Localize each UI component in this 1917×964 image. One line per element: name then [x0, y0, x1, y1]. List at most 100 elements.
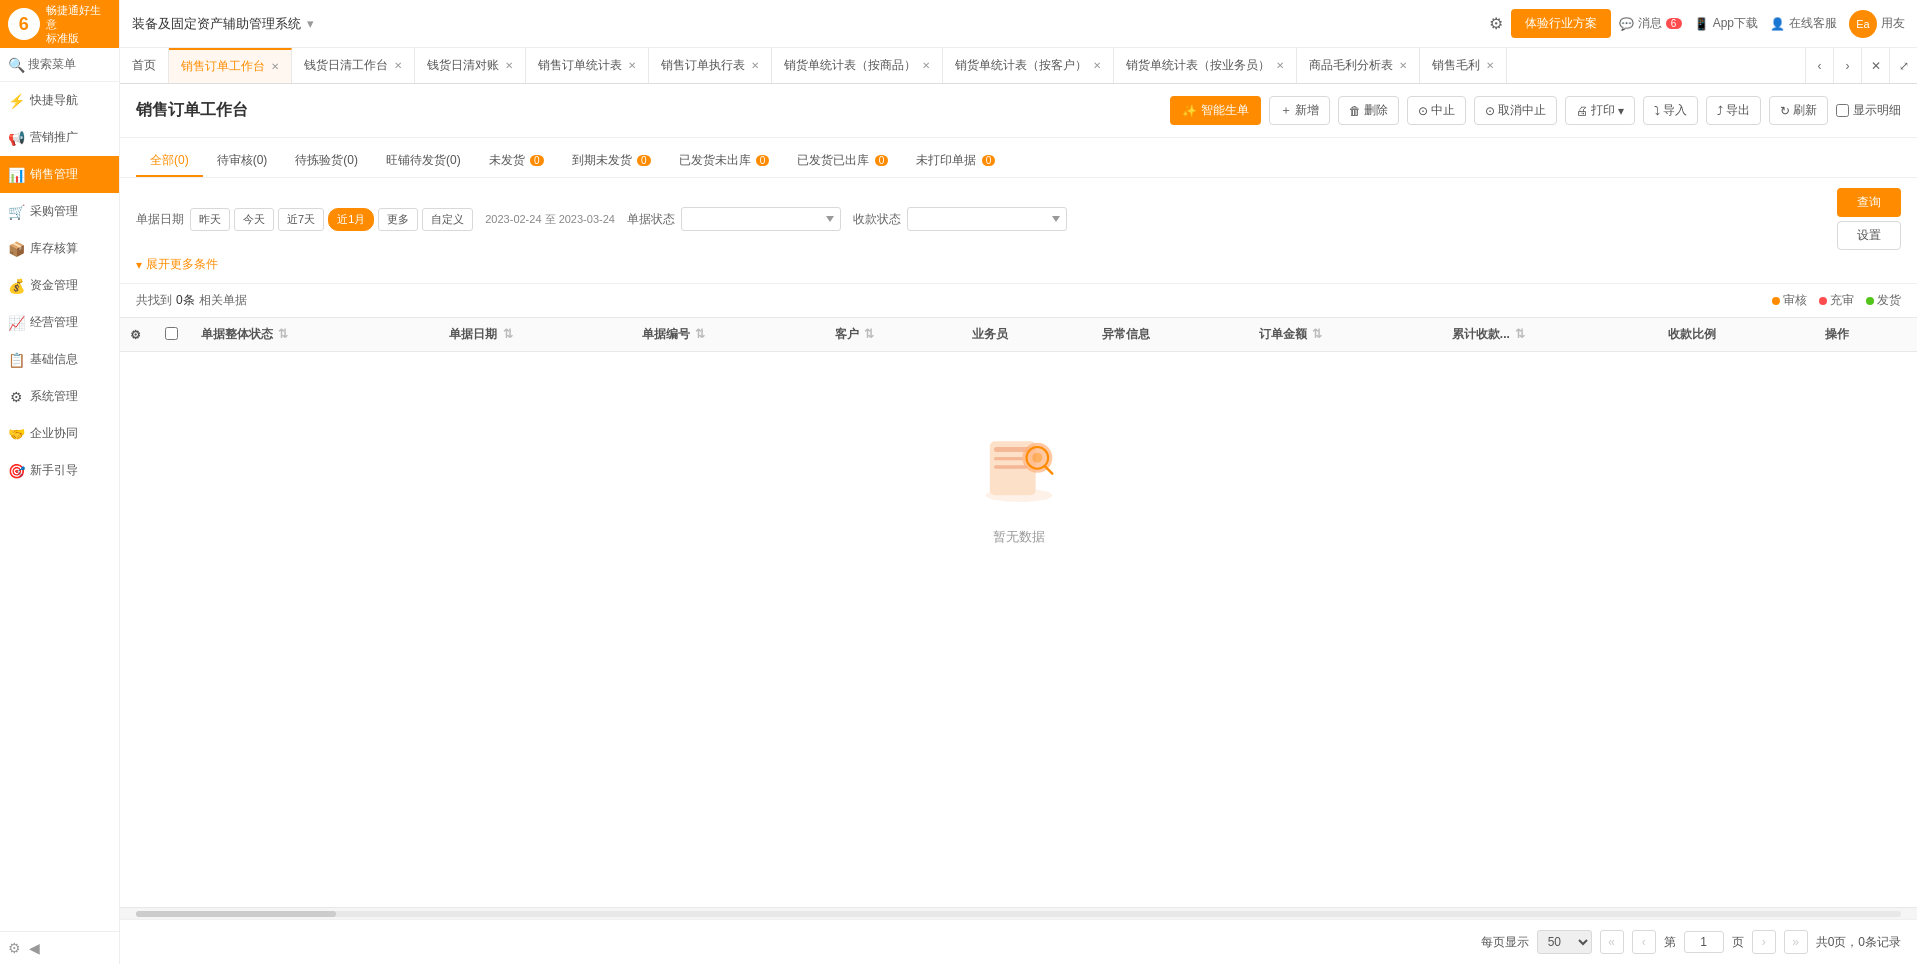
avatar: Ea — [1849, 10, 1877, 38]
prev-page-btn[interactable]: ‹ — [1632, 930, 1656, 954]
status-select[interactable] — [681, 207, 841, 231]
tab-close-icon[interactable]: ✕ — [271, 61, 279, 72]
page-input[interactable] — [1684, 931, 1724, 953]
date-7days-btn[interactable]: 近7天 — [278, 208, 324, 231]
sub-tab-shipped-out[interactable]: 已发货已出库 0 — [783, 146, 902, 177]
smart-create-btn[interactable]: ✨ 智能生单 — [1170, 96, 1261, 125]
tab-close-icon[interactable]: ✕ — [1093, 60, 1101, 71]
user-area[interactable]: Ea 用友 — [1849, 10, 1905, 38]
expand-filter-btn[interactable]: ▾ 展开更多条件 — [136, 256, 1901, 273]
last-page-btn[interactable]: » — [1784, 930, 1808, 954]
export-btn[interactable]: ⤴ 导出 — [1706, 96, 1761, 125]
col-date[interactable]: 单据日期 ⇅ — [439, 318, 632, 352]
online-service-btn[interactable]: 👤 在线客服 — [1770, 15, 1837, 32]
sidebar-item-operations[interactable]: 📈 经营管理 — [0, 304, 119, 341]
sidebar-item-quick[interactable]: ⚡ 快捷导航 — [0, 82, 119, 119]
date-more-btn[interactable]: 更多 — [378, 208, 418, 231]
sidebar: 6 畅捷通好生意 标准版 🔍 搜索菜单 ⚡ 快捷导航 📢 营销推广 📊 销售管理… — [0, 0, 120, 964]
delete-btn[interactable]: 🗑 删除 — [1338, 96, 1399, 125]
deliver-action-btn[interactable]: 发货 — [1866, 292, 1901, 309]
table-wrapper: ⚙ 单据整体状态 ⇅ 单据日期 ⇅ — [120, 317, 1917, 907]
search-menu-item[interactable]: 🔍 搜索菜单 — [0, 48, 119, 82]
tab-scroll-right-btn[interactable]: › — [1833, 48, 1861, 84]
date-yesterday-btn[interactable]: 昨天 — [190, 208, 230, 231]
add-btn[interactable]: ＋ 新增 — [1269, 96, 1330, 125]
tab-close-icon[interactable]: ✕ — [1399, 60, 1407, 71]
tab-cash-reconcile[interactable]: 钱货日清对账 ✕ — [415, 48, 526, 84]
col-checkbox[interactable] — [151, 318, 191, 352]
per-page-select[interactable]: 50 10 20 100 — [1537, 930, 1592, 954]
date-custom-btn[interactable]: 自定义 — [422, 208, 473, 231]
sidebar-item-basic[interactable]: 📋 基础信息 — [0, 341, 119, 378]
col-settings[interactable]: ⚙ — [120, 318, 151, 352]
sidebar-item-marketing[interactable]: 📢 营销推广 — [0, 119, 119, 156]
tab-close-icon[interactable]: ✕ — [922, 60, 930, 71]
date-1month-btn[interactable]: 近1月 — [328, 208, 374, 231]
unreview-action-btn[interactable]: 充审 — [1819, 292, 1854, 309]
tab-close-icon[interactable]: ✕ — [394, 60, 402, 71]
print-btn[interactable]: 🖨 打印 ▾ — [1565, 96, 1635, 125]
sub-tab-wangpu-deliver[interactable]: 旺铺待发货(0) — [372, 146, 475, 177]
notifications-btn[interactable]: 💬 消息 6 — [1619, 15, 1682, 32]
tab-sales-sum-staff[interactable]: 销货单统计表（按业务员） ✕ — [1114, 48, 1297, 84]
tab-close-icon[interactable]: ✕ — [1276, 60, 1284, 71]
refresh-btn[interactable]: ↻ 刷新 — [1769, 96, 1828, 125]
cancel-stop-btn[interactable]: ⊙ 取消中止 — [1474, 96, 1557, 125]
sub-tab-pending-review[interactable]: 待审核(0) — [203, 146, 282, 177]
col-number[interactable]: 单据编号 ⇅ — [632, 318, 825, 352]
sidebar-item-system[interactable]: ⚙ 系统管理 — [0, 378, 119, 415]
sidebar-item-sales[interactable]: 📊 销售管理 — [0, 156, 119, 193]
sub-tab-all[interactable]: 全部(0) — [136, 146, 203, 177]
tab-close-icon[interactable]: ✕ — [751, 60, 759, 71]
payment-select[interactable] — [907, 207, 1067, 231]
sidebar-item-guide[interactable]: 🎯 新手引导 — [0, 452, 119, 489]
show-detail-input[interactable] — [1836, 104, 1849, 117]
col-state[interactable]: 单据整体状态 ⇅ — [191, 318, 439, 352]
tab-sales-profit[interactable]: 销售毛利 ✕ — [1420, 48, 1507, 84]
collapse-btn[interactable]: ◀ — [29, 940, 40, 956]
tab-sales-workbench[interactable]: 销售订单工作台 ✕ — [169, 48, 292, 84]
topbar-settings-icon[interactable]: ⚙ — [1489, 14, 1503, 33]
sub-tab-pending-inspect[interactable]: 待拣验货(0) — [281, 146, 372, 177]
tab-sales-sum-customer[interactable]: 销货单统计表（按客户） ✕ — [943, 48, 1114, 84]
app-download-btn[interactable]: 📱 App下载 — [1694, 15, 1758, 32]
sub-tab-shipped-not-out[interactable]: 已发货未出库 0 — [665, 146, 784, 177]
col-customer[interactable]: 客户 ⇅ — [825, 318, 962, 352]
tab-scroll-left-btn[interactable]: ‹ — [1805, 48, 1833, 84]
sidebar-item-purchase[interactable]: 🛒 采购管理 — [0, 193, 119, 230]
set-btn[interactable]: 设置 — [1837, 221, 1901, 250]
date-today-btn[interactable]: 今天 — [234, 208, 274, 231]
tab-sales-stats[interactable]: 销售订单统计表 ✕ — [526, 48, 649, 84]
sidebar-item-finance[interactable]: 💰 资金管理 — [0, 267, 119, 304]
tab-close-icon[interactable]: ✕ — [505, 60, 513, 71]
sub-tab-overdue-not-shipped[interactable]: 到期未发货 0 — [558, 146, 665, 177]
next-page-btn[interactable]: › — [1752, 930, 1776, 954]
tab-cash-daily[interactable]: 钱货日清工作台 ✕ — [292, 48, 415, 84]
tab-fullscreen-btn[interactable]: ⤢ — [1889, 48, 1917, 84]
industry-btn[interactable]: 体验行业方案 — [1511, 9, 1611, 38]
review-action-btn[interactable]: 审核 — [1772, 292, 1807, 309]
stop-btn[interactable]: ⊙ 中止 — [1407, 96, 1466, 125]
select-all-checkbox[interactable] — [165, 327, 178, 340]
show-detail-checkbox[interactable]: 显示明细 — [1836, 102, 1901, 119]
query-btn[interactable]: 查询 — [1837, 188, 1901, 217]
col-collected[interactable]: 累计收款... ⇅ — [1442, 318, 1658, 352]
import-btn[interactable]: ⤵ 导入 — [1643, 96, 1698, 125]
tab-close-icon[interactable]: ✕ — [1486, 60, 1494, 71]
scrollbar-area[interactable] — [120, 907, 1917, 919]
sidebar-item-enterprise[interactable]: 🤝 企业协同 — [0, 415, 119, 452]
col-amount[interactable]: 订单金额 ⇅ — [1249, 318, 1442, 352]
tab-close-all-btn[interactable]: ✕ — [1861, 48, 1889, 84]
tab-sales-exec[interactable]: 销售订单执行表 ✕ — [649, 48, 772, 84]
sub-tab-not-shipped[interactable]: 未发货 0 — [475, 146, 558, 177]
settings-bottom-btn[interactable]: ⚙ — [8, 940, 21, 956]
tab-sales-sum-product[interactable]: 销货单统计表（按商品） ✕ — [772, 48, 943, 84]
shipped-out-badge: 0 — [875, 155, 889, 166]
tab-close-icon[interactable]: ✕ — [628, 60, 636, 71]
first-page-btn[interactable]: « — [1600, 930, 1624, 954]
scrollbar-thumb[interactable] — [136, 911, 336, 917]
sidebar-item-inventory[interactable]: 📦 库存核算 — [0, 230, 119, 267]
tab-home[interactable]: 首页 — [120, 48, 169, 84]
tab-product-margin[interactable]: 商品毛利分析表 ✕ — [1297, 48, 1420, 84]
sub-tab-not-printed[interactable]: 未打印单据 0 — [902, 146, 1009, 177]
